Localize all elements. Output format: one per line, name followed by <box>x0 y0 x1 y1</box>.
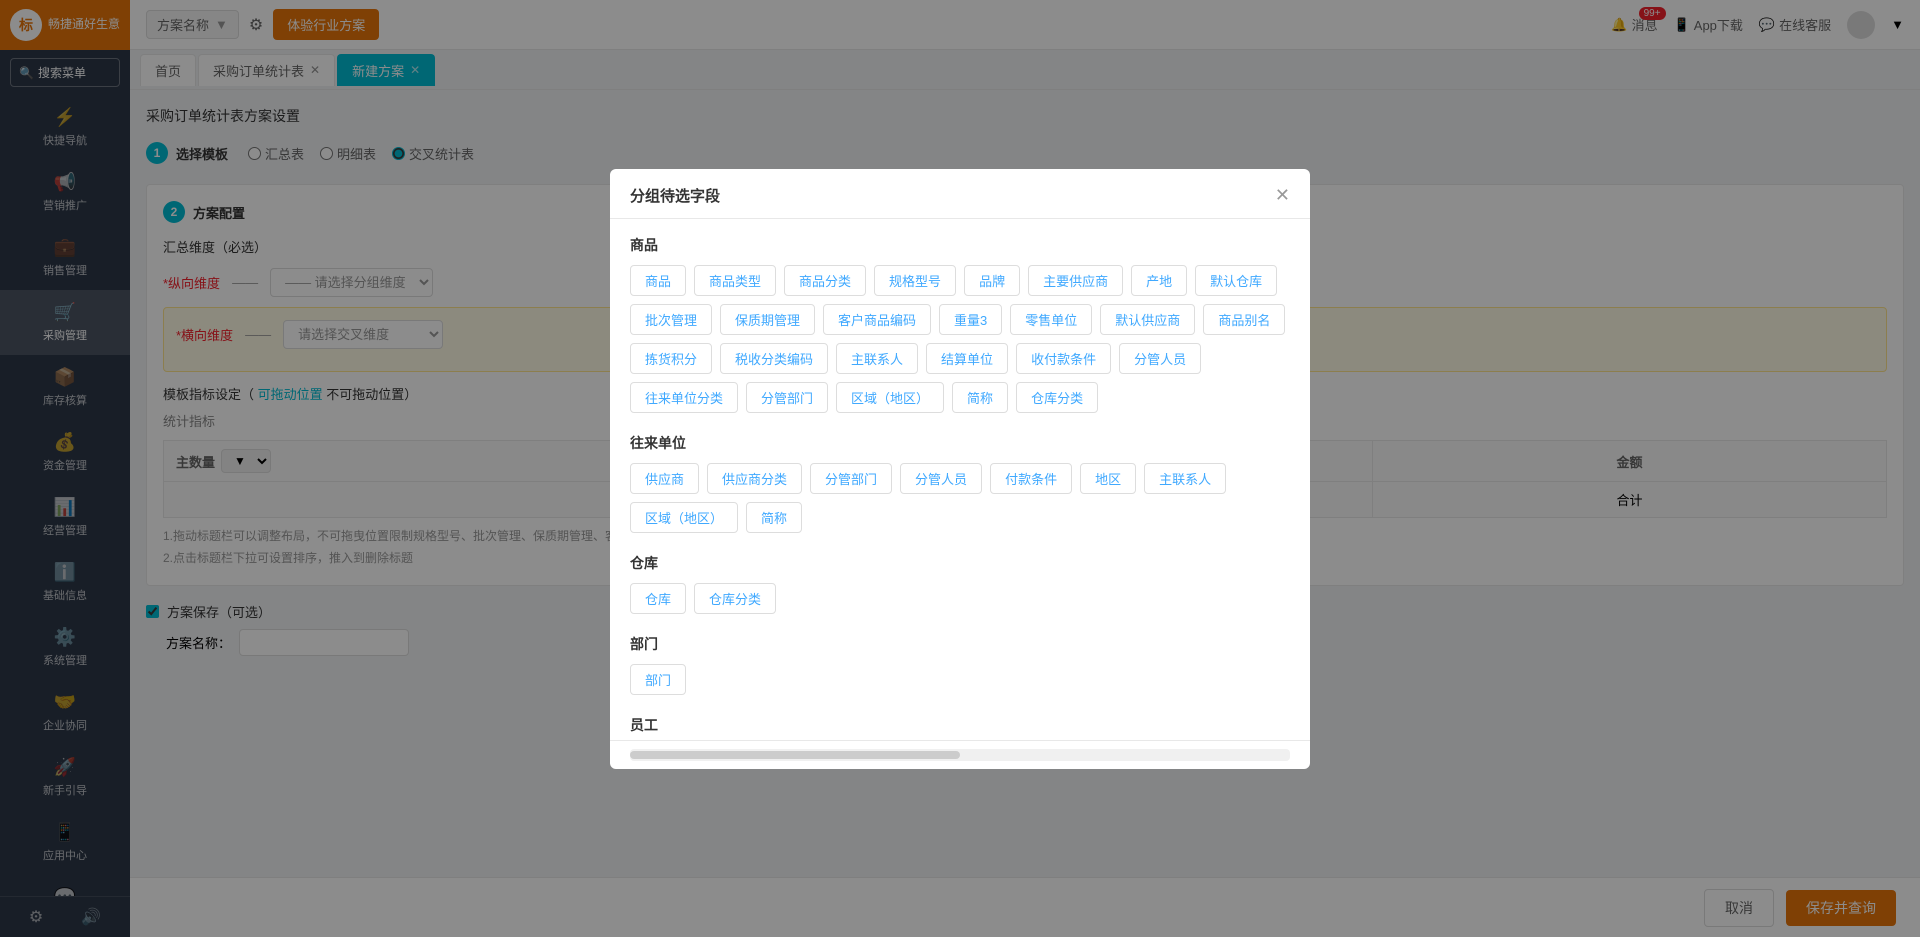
field-tag-partner-abbr[interactable]: 简称 <box>746 502 802 533</box>
field-section-goods-title: 商品 <box>630 235 1290 255</box>
field-tag-supplier-category[interactable]: 供应商分类 <box>707 463 802 494</box>
field-section-partner: 往来单位 供应商 供应商分类 分管部门 分管人员 付款条件 地区 主联系人 区域… <box>630 433 1290 533</box>
field-tag-spec-model[interactable]: 规格型号 <box>874 265 956 296</box>
field-tag-pick-points[interactable]: 拣货积分 <box>630 343 712 374</box>
field-tag-warehouse-name[interactable]: 仓库 <box>630 583 686 614</box>
field-section-goods: 商品 商品 商品类型 商品分类 规格型号 品牌 主要供应商 产地 默认仓库 批次… <box>630 235 1290 413</box>
field-tag-default-warehouse[interactable]: 默认仓库 <box>1195 265 1277 296</box>
field-tag-main-contact[interactable]: 主联系人 <box>836 343 918 374</box>
field-section-employee: 员工 业务员 <box>630 715 1290 740</box>
field-tags-partner: 供应商 供应商分类 分管部门 分管人员 付款条件 地区 主联系人 区域（地区） … <box>630 463 1290 533</box>
field-tag-supplier[interactable]: 供应商 <box>630 463 699 494</box>
modal-body: 商品 商品 商品类型 商品分类 规格型号 品牌 主要供应商 产地 默认仓库 批次… <box>610 219 1310 740</box>
field-tag-partner-region[interactable]: 区域（地区） <box>630 502 738 533</box>
field-tag-goods[interactable]: 商品 <box>630 265 686 296</box>
field-tag-payment-condition[interactable]: 付款条件 <box>990 463 1072 494</box>
modal-close-button[interactable]: ✕ <box>1275 185 1290 206</box>
field-tag-retail-unit[interactable]: 零售单位 <box>1010 304 1092 335</box>
modal-footer <box>610 740 1310 769</box>
field-tag-supervise-dept[interactable]: 分管部门 <box>746 382 828 413</box>
field-section-dept: 部门 部门 <box>630 634 1290 695</box>
field-tags-dept: 部门 <box>630 664 1290 695</box>
field-tag-main-supplier[interactable]: 主要供应商 <box>1028 265 1123 296</box>
field-section-warehouse: 仓库 仓库 仓库分类 <box>630 553 1290 614</box>
field-tag-supervisor[interactable]: 分管人员 <box>1119 343 1201 374</box>
field-tag-settlement-unit[interactable]: 结算单位 <box>926 343 1008 374</box>
field-tag-short-name[interactable]: 简称 <box>952 382 1008 413</box>
modal-overlay: 分组待选字段 ✕ 商品 商品 商品类型 商品分类 规格型号 品牌 主要供应商 产… <box>0 0 1920 937</box>
field-section-employee-title: 员工 <box>630 715 1290 735</box>
field-tag-shelf-life[interactable]: 保质期管理 <box>720 304 815 335</box>
field-tag-dept[interactable]: 部门 <box>630 664 686 695</box>
field-tag-partner-supervisor[interactable]: 分管人员 <box>900 463 982 494</box>
field-tag-region[interactable]: 区域（地区） <box>836 382 944 413</box>
modal-header: 分组待选字段 ✕ <box>610 169 1310 219</box>
field-section-dept-title: 部门 <box>630 634 1290 654</box>
field-tag-goods-alias[interactable]: 商品别名 <box>1203 304 1285 335</box>
field-tag-partner-category[interactable]: 往来单位分类 <box>630 382 738 413</box>
field-tag-batch[interactable]: 批次管理 <box>630 304 712 335</box>
field-tag-default-supplier[interactable]: 默认供应商 <box>1100 304 1195 335</box>
field-tag-partner-contact[interactable]: 主联系人 <box>1144 463 1226 494</box>
field-tag-partner-dept[interactable]: 分管部门 <box>810 463 892 494</box>
field-tag-goods-category[interactable]: 商品分类 <box>784 265 866 296</box>
modal-title: 分组待选字段 <box>630 185 720 206</box>
field-tags-warehouse: 仓库 仓库分类 <box>630 583 1290 614</box>
modal-hscrollbar-thumb <box>630 751 960 759</box>
field-tag-goods-type[interactable]: 商品类型 <box>694 265 776 296</box>
field-tag-warehouse-cat[interactable]: 仓库分类 <box>694 583 776 614</box>
field-select-modal: 分组待选字段 ✕ 商品 商品 商品类型 商品分类 规格型号 品牌 主要供应商 产… <box>610 169 1310 769</box>
field-tag-origin[interactable]: 产地 <box>1131 265 1187 296</box>
field-tag-weight[interactable]: 重量3 <box>939 304 1002 335</box>
field-tags-goods: 商品 商品类型 商品分类 规格型号 品牌 主要供应商 产地 默认仓库 批次管理 … <box>630 265 1290 413</box>
field-tag-warehouse-category[interactable]: 仓库分类 <box>1016 382 1098 413</box>
field-tag-customer-code[interactable]: 客户商品编码 <box>823 304 931 335</box>
field-section-partner-title: 往来单位 <box>630 433 1290 453</box>
field-tag-brand[interactable]: 品牌 <box>964 265 1020 296</box>
field-tag-area[interactable]: 地区 <box>1080 463 1136 494</box>
modal-hscrollbar[interactable] <box>630 749 1290 761</box>
field-section-warehouse-title: 仓库 <box>630 553 1290 573</box>
field-tag-payment-terms[interactable]: 收付款条件 <box>1016 343 1111 374</box>
field-tag-tax-code[interactable]: 税收分类编码 <box>720 343 828 374</box>
